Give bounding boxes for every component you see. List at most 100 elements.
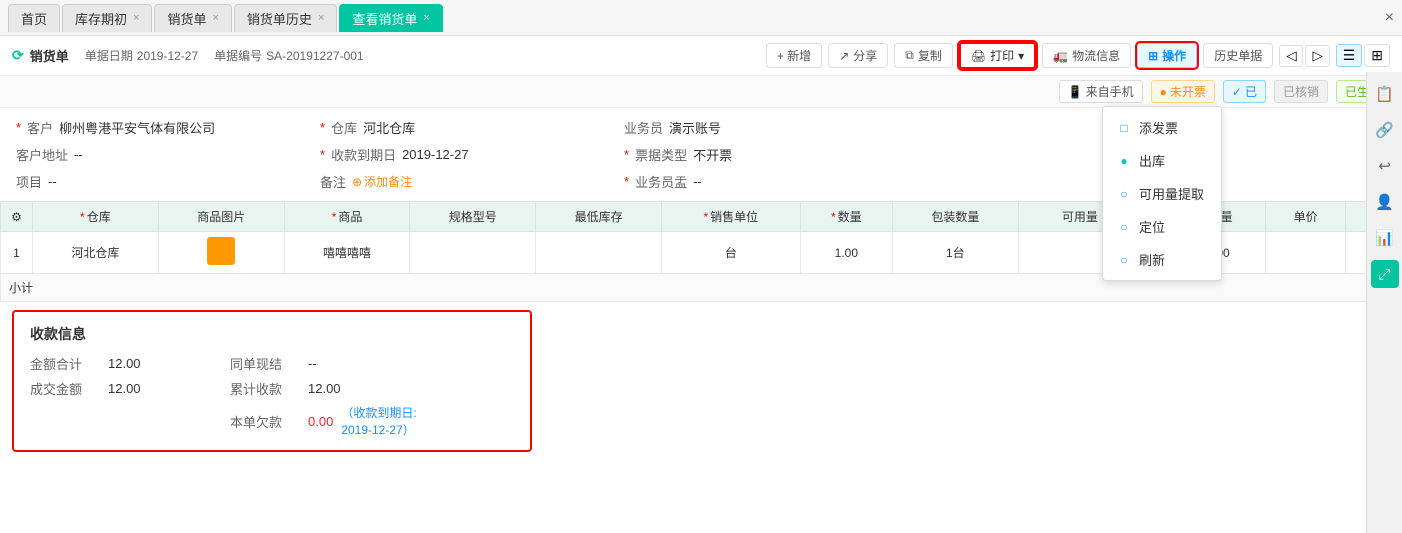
transaction-value: 12.00 (108, 381, 141, 396)
sidebar-chart-icon[interactable]: 📊 (1371, 224, 1399, 252)
doc-meta: 单据日期 2019-12-27 单据编号 SA-20191227-001 (85, 47, 364, 64)
confirm-button[interactable]: ✓ 已 (1223, 80, 1266, 103)
same-order-item: 同单现结 -- (230, 354, 430, 373)
same-order-value: -- (308, 356, 317, 371)
col-price: 单价 (1266, 202, 1345, 232)
project-value: -- (48, 174, 57, 189)
due-item: 本单欠款 0.00 （收款到期日: 2019-12-27） (230, 404, 430, 438)
payment-title: 收款信息 (30, 324, 514, 344)
ticket-icon: ● (1160, 85, 1167, 99)
warehouse-field: * 仓库 河北仓库 (320, 118, 600, 137)
main-content: ⟳ 销货单 单据日期 2019-12-27 单据编号 SA-20191227-0… (0, 36, 1402, 533)
ticket-type-field: * 票据类型 不开票 (624, 145, 904, 164)
refresh-icon: ○ (1117, 253, 1131, 267)
row-spec (410, 232, 536, 274)
tab-view-sales[interactable]: 查看销货单 × (339, 4, 442, 32)
copy-button[interactable]: ⧉ 复制 (894, 43, 953, 68)
tab-bar-close-button[interactable]: × (1385, 9, 1394, 27)
payment-date-value: 2019-12-27 (402, 147, 469, 162)
operate-button[interactable]: ⊞ 操作 (1137, 43, 1197, 68)
amount-value: 12.00 (108, 356, 141, 371)
payment-grid: 金额合计 12.00 同单现结 -- 成交金额 12.00 累计收款 12.00… (30, 354, 514, 438)
doc-title: ⟳ 销货单 (12, 46, 69, 65)
col-pack-qty: 包装数量 (892, 202, 1018, 232)
nav-next-button[interactable]: ▷ (1305, 45, 1329, 67)
add-invoice-icon: □ (1117, 121, 1131, 135)
phone-button[interactable]: 📱 来自手机 (1059, 80, 1143, 103)
staff2-value: -- (693, 174, 702, 189)
doc-icon: ⟳ (12, 47, 24, 64)
toolbar2: 📱 来自手机 ● 未开票 ✓ 已 已核销 已生效 (0, 76, 1402, 108)
tab-close-sales-history[interactable]: × (318, 12, 324, 24)
view-grid-button[interactable]: ⊞ (1364, 44, 1390, 67)
staff2-field: * 业务员盂 -- (624, 172, 904, 191)
customer-value: 柳州粤港平安气体有限公司 (59, 118, 215, 137)
unopened-button[interactable]: ● 未开票 (1151, 80, 1215, 103)
warehouse-value: 河北仓库 (363, 118, 415, 137)
print-icon: 🖨 (971, 49, 986, 63)
right-sidebar: 📋 🔗 ↩ 👤 📊 ⤢ (1366, 72, 1402, 533)
view-list-button[interactable]: ☰ (1336, 44, 1363, 67)
sidebar-user-icon[interactable]: 👤 (1371, 188, 1399, 216)
doc-date-value: 2019-12-27 (137, 49, 198, 63)
doc-number-value: SA-20191227-001 (266, 49, 363, 63)
customer-field: * 客户 柳州粤港平安气体有限公司 (16, 118, 296, 137)
add-remark-button[interactable]: ⊕ 添加备注 (352, 173, 412, 190)
menu-available-qty[interactable]: ○ 可用量提取 (1103, 177, 1221, 210)
confirm-icon: ✓ (1232, 85, 1242, 99)
menu-refresh[interactable]: ○ 刷新 (1103, 243, 1221, 276)
amount-item: 金额合计 12.00 (30, 354, 230, 373)
logistics-button[interactable]: 🚛 物流信息 (1042, 43, 1131, 68)
row-price (1266, 232, 1345, 274)
view-toggle: ☰ ⊞ (1336, 44, 1390, 67)
payment-date-field: * 收款到期日 2019-12-27 (320, 145, 600, 164)
share-button[interactable]: ↗ 分享 (828, 43, 888, 68)
address-field: 客户地址 -- (16, 145, 296, 164)
tab-inventory[interactable]: 库存期初 × (62, 4, 152, 32)
ticket-type-value: 不开票 (693, 145, 732, 164)
history-button[interactable]: 历史单据 (1203, 43, 1273, 68)
col-img: 商品图片 (158, 202, 284, 232)
tab-home[interactable]: 首页 (8, 4, 60, 32)
doc-actions: + 新增 ↗ 分享 ⧉ 复制 🖨 打印 ▾ 🚛 物流信息 (766, 42, 1390, 69)
row-warehouse: 河北仓库 (33, 232, 159, 274)
staff-field: 业务员 演示账号 (624, 118, 904, 137)
menu-add-invoice[interactable]: □ 添发票 (1103, 111, 1221, 144)
row-product: 嘻嘻嘻嘻 (284, 232, 410, 274)
overdue-text: （收款到期日: 2019-12-27） (341, 404, 430, 438)
doc-date-label: 单据日期 2019-12-27 (85, 47, 198, 64)
operations-dropdown: □ 添发票 ● 出库 ○ 可用量提取 ○ 定位 ○ 刷新 (1102, 106, 1222, 281)
doc-header: ⟳ 销货单 单据日期 2019-12-27 单据编号 SA-20191227-0… (0, 36, 1402, 76)
print-button[interactable]: 🖨 打印 ▾ (959, 42, 1036, 69)
row-min-stock (536, 232, 662, 274)
row-qty: 1.00 (800, 232, 892, 274)
col-settings[interactable]: ⚙ (1, 202, 33, 232)
tab-sales[interactable]: 销货单 × (154, 4, 231, 32)
col-warehouse: *仓库 (33, 202, 159, 232)
doc-number-label: 单据编号 SA-20191227-001 (214, 47, 363, 64)
new-button[interactable]: + 新增 (766, 43, 822, 68)
sidebar-link-icon[interactable]: 🔗 (1371, 116, 1399, 144)
col-qty: *数量 (800, 202, 892, 232)
nav-prev-button[interactable]: ◁ (1279, 45, 1303, 67)
tab-close-inventory[interactable]: × (133, 12, 139, 24)
col-spec: 规格型号 (410, 202, 536, 232)
sidebar-expand-icon[interactable]: ⤢ (1371, 260, 1399, 288)
staff-value: 演示账号 (669, 118, 721, 137)
sidebar-return-icon[interactable]: ↩ (1371, 152, 1399, 180)
tab-bar: 首页 库存期初 × 销货单 × 销货单历史 × 查看销货单 × × (0, 0, 1402, 36)
tab-close-view-sales[interactable]: × (423, 12, 429, 24)
tab-close-sales[interactable]: × (212, 12, 218, 24)
payment-info-box: 收款信息 金额合计 12.00 同单现结 -- 成交金额 12.00 累计收款 … (12, 310, 532, 452)
tab-sales-history[interactable]: 销货单历史 × (234, 4, 337, 32)
operate-icon: ⊞ (1148, 49, 1158, 63)
address-value: -- (74, 147, 83, 162)
row-unit: 台 (661, 232, 800, 274)
logistics-icon: 🚛 (1053, 49, 1068, 63)
transaction-item: 成交金额 12.00 (30, 379, 230, 398)
menu-locate[interactable]: ○ 定位 (1103, 210, 1221, 243)
menu-outbound[interactable]: ● 出库 (1103, 144, 1221, 177)
locate-icon: ○ (1117, 220, 1131, 234)
cumulative-item: 累计收款 12.00 (230, 379, 430, 398)
sidebar-doc-icon[interactable]: 📋 (1371, 80, 1399, 108)
